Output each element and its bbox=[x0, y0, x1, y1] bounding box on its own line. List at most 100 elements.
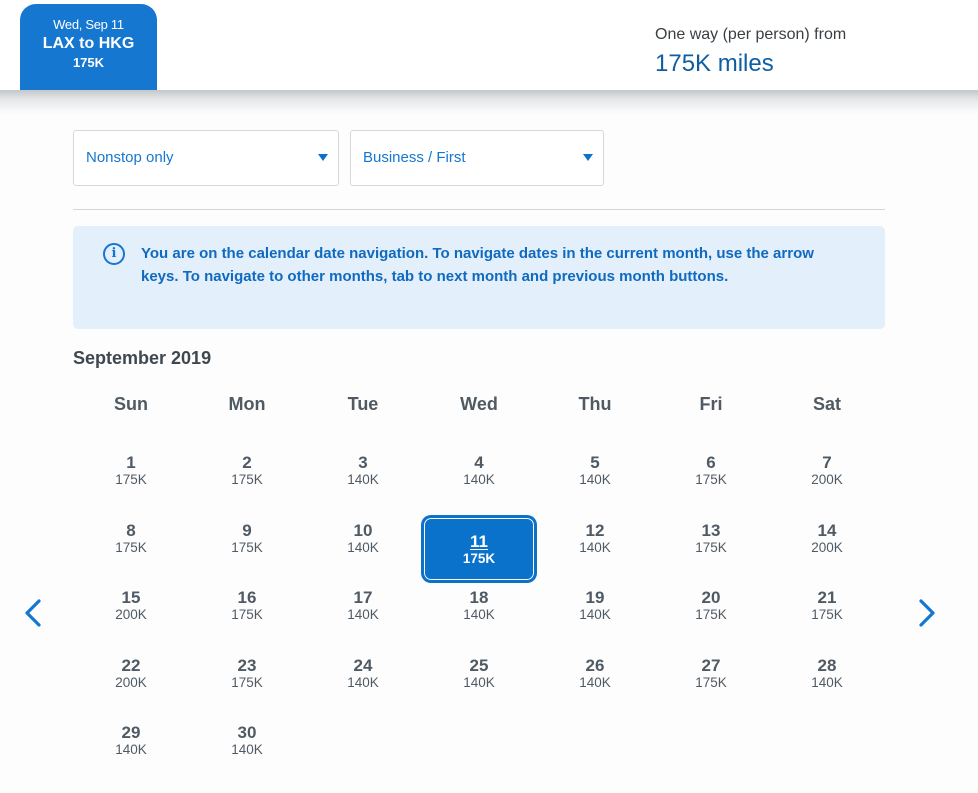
month-title: September 2019 bbox=[73, 348, 212, 368]
calendar-day[interactable]: 19 140K bbox=[537, 583, 653, 651]
fare-summary-amount: 175K miles bbox=[655, 50, 774, 77]
day-miles: 175K bbox=[695, 674, 727, 690]
day-number: 6 bbox=[706, 453, 716, 472]
day-number: 27 bbox=[701, 655, 721, 675]
flight-price: 175K bbox=[72, 55, 105, 70]
next-month-button[interactable] bbox=[912, 595, 940, 631]
calendar-day[interactable]: 26 140K bbox=[537, 651, 653, 719]
day-number: 22 bbox=[121, 655, 141, 675]
calendar-day[interactable]: 25 140K bbox=[421, 651, 537, 719]
flight-date: Wed, Sep 11 bbox=[53, 17, 124, 32]
day-miles: 200K bbox=[811, 539, 843, 555]
calendar-day[interactable]: 22 200K bbox=[73, 651, 189, 719]
stops-filter-select[interactable]: Nonstop only bbox=[73, 130, 339, 186]
header: Wed, Sep 11 LAX to HKG 175K One way (per… bbox=[0, 0, 978, 90]
day-number: 19 bbox=[585, 588, 605, 607]
day-number: 25 bbox=[469, 655, 489, 675]
day-number: 12 bbox=[585, 520, 605, 540]
weekday-label: Fri bbox=[699, 394, 723, 414]
day-miles: 140K bbox=[579, 674, 611, 690]
weekday-label: Wed bbox=[460, 394, 498, 414]
calendar-day[interactable]: 1 175K bbox=[73, 448, 189, 516]
day-miles: 175K bbox=[811, 607, 843, 622]
day-miles: 140K bbox=[347, 539, 379, 555]
day-number: 2 bbox=[242, 453, 252, 472]
info-icon: i bbox=[103, 243, 125, 265]
stops-filter-value: Nonstop only bbox=[86, 149, 174, 166]
day-number: 8 bbox=[126, 520, 136, 540]
calendar-day-selected[interactable]: 11 175K bbox=[423, 516, 535, 581]
day-miles: 140K bbox=[115, 742, 147, 757]
day-miles: 140K bbox=[579, 539, 611, 555]
header-shadow bbox=[0, 90, 978, 116]
day-number: 4 bbox=[474, 453, 484, 472]
day-number: 23 bbox=[237, 655, 257, 675]
day-miles: 175K bbox=[695, 539, 727, 555]
calendar-day[interactable]: 2 175K bbox=[189, 448, 305, 516]
day-number: 13 bbox=[701, 520, 721, 540]
weekday-header-row: Sun Mon Tue Wed Thu Fri Sat bbox=[73, 380, 885, 428]
day-miles: 200K bbox=[115, 607, 147, 622]
calendar-day[interactable]: 29 140K bbox=[73, 718, 189, 786]
weekday-label: Sat bbox=[812, 394, 841, 414]
calendar-day[interactable]: 14 200K bbox=[769, 516, 885, 584]
calendar-day[interactable]: 10 140K bbox=[305, 516, 421, 584]
cabin-filter-select[interactable]: Business / First bbox=[350, 130, 604, 186]
day-number: 10 bbox=[353, 520, 373, 540]
calendar-day[interactable]: 30 140K bbox=[189, 718, 305, 786]
day-number: 5 bbox=[590, 453, 600, 472]
day-number: 14 bbox=[817, 520, 837, 540]
day-number: 20 bbox=[701, 588, 721, 607]
calendar-day[interactable]: 24 140K bbox=[305, 651, 421, 719]
calendar-grid: 1 175K 2 175K 3 140K 4 140K 5 140K 6 175K 7 200K 8 175K… bbox=[73, 448, 885, 786]
day-miles: 175K bbox=[231, 674, 263, 690]
calendar-day[interactable]: 21 175K bbox=[769, 583, 885, 651]
day-number: 30 bbox=[237, 723, 257, 742]
calendar-day[interactable]: 16 175K bbox=[189, 583, 305, 651]
calendar-day[interactable]: 17 140K bbox=[305, 583, 421, 651]
day-number: 9 bbox=[242, 520, 252, 540]
calendar-day[interactable]: 3 140K bbox=[305, 448, 421, 516]
caret-down-icon bbox=[318, 154, 328, 161]
calendar-day[interactable]: 15 200K bbox=[73, 583, 189, 651]
calendar-day[interactable]: 8 175K bbox=[73, 516, 189, 584]
day-number: 15 bbox=[121, 588, 141, 607]
day-number: 28 bbox=[817, 655, 837, 675]
day-number: 7 bbox=[822, 453, 832, 472]
flight-tab[interactable]: Wed, Sep 11 LAX to HKG 175K bbox=[20, 4, 157, 90]
calendar-day[interactable]: 4 140K bbox=[421, 448, 537, 516]
weekday-label: Sun bbox=[114, 394, 148, 414]
day-miles: 140K bbox=[579, 472, 611, 487]
day-number: 21 bbox=[817, 588, 837, 607]
day-miles: 140K bbox=[463, 472, 495, 487]
calendar-day[interactable]: 6 175K bbox=[653, 448, 769, 516]
calendar-day[interactable]: 7 200K bbox=[769, 448, 885, 516]
chevron-left-icon bbox=[25, 599, 41, 627]
day-miles: 140K bbox=[347, 472, 379, 487]
weekday-label: Tue bbox=[347, 394, 379, 414]
calendar-day[interactable]: 9 175K bbox=[189, 516, 305, 584]
day-number: 18 bbox=[469, 588, 489, 607]
calendar-day[interactable]: 12 140K bbox=[537, 516, 653, 584]
day-number: 26 bbox=[585, 655, 605, 675]
day-number: 17 bbox=[353, 588, 373, 607]
day-number: 24 bbox=[353, 655, 373, 675]
calendar-day[interactable]: 13 175K bbox=[653, 516, 769, 584]
day-miles: 175K bbox=[231, 607, 263, 622]
calendar: Sun Mon Tue Wed Thu Fri Sat 1 175K 2 175K 3 1… bbox=[73, 380, 885, 786]
day-miles: 140K bbox=[463, 607, 495, 622]
calendar-day[interactable]: 27 175K bbox=[653, 651, 769, 719]
day-miles: 175K bbox=[695, 472, 727, 487]
weekday-label: Mon bbox=[228, 394, 266, 414]
calendar-day[interactable]: 23 175K bbox=[189, 651, 305, 719]
day-miles: 175K bbox=[115, 472, 147, 487]
calendar-day[interactable]: 28 140K bbox=[769, 651, 885, 719]
day-miles: 175K bbox=[231, 539, 263, 555]
calendar-day[interactable]: 18 140K bbox=[421, 583, 537, 651]
day-miles: 175K bbox=[231, 472, 263, 487]
day-miles: 175K bbox=[695, 607, 727, 622]
calendar-day[interactable]: 5 140K bbox=[537, 448, 653, 516]
previous-month-button[interactable] bbox=[20, 595, 48, 631]
day-miles: 175K bbox=[462, 550, 496, 566]
calendar-day[interactable]: 20 175K bbox=[653, 583, 769, 651]
